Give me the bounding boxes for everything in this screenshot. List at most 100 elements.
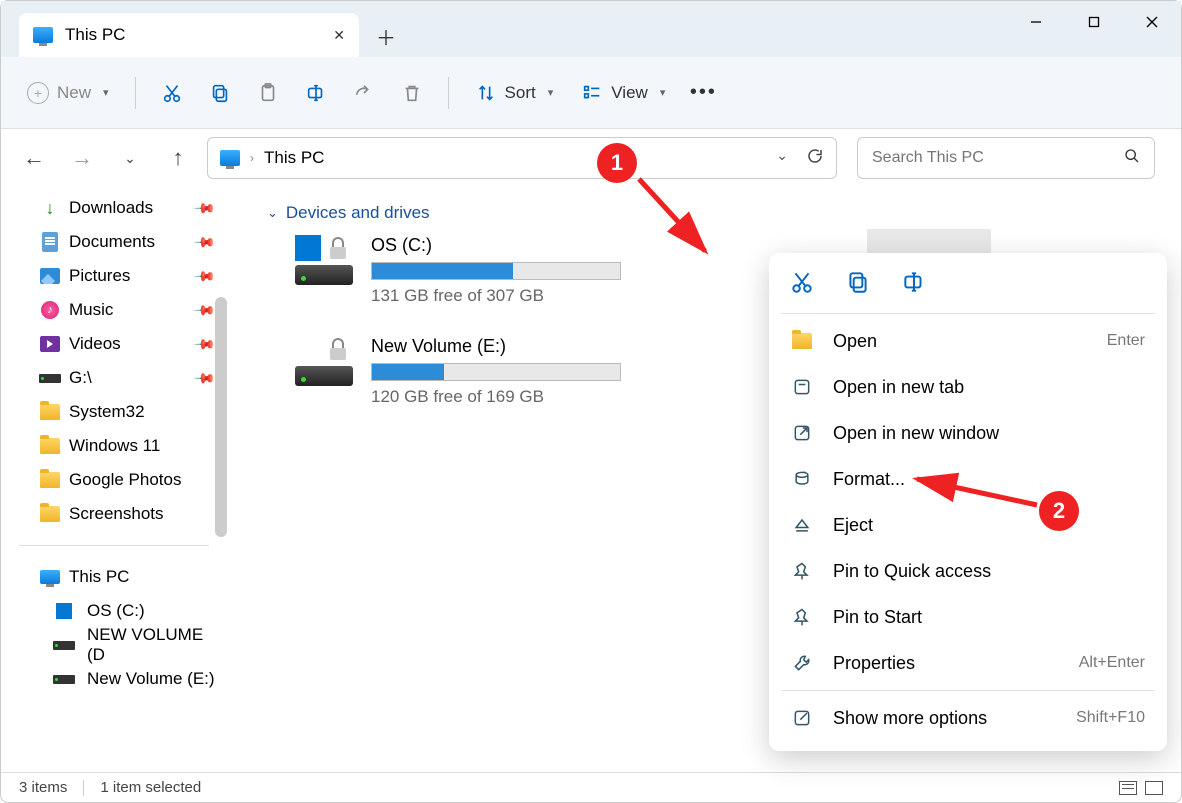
- sidebar-tree-os-c[interactable]: OS (C:): [1, 594, 227, 628]
- annotation-1: 1: [597, 143, 637, 183]
- close-tab-icon[interactable]: ✕: [333, 27, 345, 44]
- ctx-properties[interactable]: PropertiesAlt+Enter: [769, 640, 1167, 686]
- sidebar-item-system32[interactable]: System32: [1, 395, 227, 429]
- copy-icon[interactable]: [845, 269, 871, 295]
- pin-icon: [791, 560, 813, 582]
- sidebar-scrollbar[interactable]: [215, 297, 227, 537]
- details-view-button[interactable]: [1119, 781, 1137, 795]
- picture-icon: [39, 265, 61, 287]
- ctx-pin-quick-access[interactable]: Pin to Quick access: [769, 548, 1167, 594]
- sidebar-tree-new-volume-e[interactable]: New Volume (E:): [1, 662, 227, 696]
- copy-button[interactable]: [198, 74, 242, 112]
- drive-name: OS (C:): [371, 235, 629, 256]
- monitor-icon: [39, 566, 61, 588]
- drive-os-c[interactable]: OS (C:) 131 GB free of 307 GB: [295, 235, 629, 306]
- drive-name: New Volume (E:): [371, 336, 629, 357]
- breadcrumb-sep-icon: ›: [250, 151, 254, 165]
- sort-label: Sort: [505, 83, 536, 103]
- sort-icon: [475, 82, 497, 104]
- share-button[interactable]: [342, 74, 386, 112]
- refresh-button[interactable]: [806, 147, 824, 170]
- search-icon[interactable]: [1124, 148, 1140, 169]
- drive-free-text: 131 GB free of 307 GB: [371, 286, 629, 306]
- forward-button[interactable]: →: [63, 139, 101, 177]
- folder-icon: [39, 469, 61, 491]
- this-pc-icon: [33, 27, 53, 43]
- sidebar-item-g-drive[interactable]: G:\📌: [1, 361, 227, 395]
- eject-icon: [791, 514, 813, 536]
- sidebar-item-music[interactable]: ♪Music📌: [1, 293, 227, 327]
- chevron-down-icon: ▾: [660, 86, 666, 99]
- folder-icon: [791, 330, 813, 352]
- sidebar-tree-new-volume-d[interactable]: NEW VOLUME (D: [1, 628, 227, 662]
- ctx-show-more[interactable]: Show more optionsShift+F10: [769, 695, 1167, 741]
- new-window-icon: [791, 422, 813, 444]
- sidebar-item-screenshots[interactable]: Screenshots: [1, 497, 227, 531]
- paste-button[interactable]: [246, 74, 290, 112]
- folder-icon: [39, 401, 61, 423]
- more-button[interactable]: •••: [681, 73, 725, 112]
- ctx-pin-start[interactable]: Pin to Start: [769, 594, 1167, 640]
- view-button[interactable]: View ▾: [569, 74, 677, 112]
- ctx-open[interactable]: OpenEnter: [769, 318, 1167, 364]
- title-bar: This PC ✕ ＋: [1, 1, 1181, 57]
- thumbnails-view-button[interactable]: [1145, 781, 1163, 795]
- ctx-open-new-tab[interactable]: Open in new tab: [769, 364, 1167, 410]
- drive-icon: [53, 668, 75, 690]
- cut-button[interactable]: [150, 74, 194, 112]
- pin-icon: [791, 606, 813, 628]
- recent-dropdown[interactable]: ⌄: [111, 139, 149, 177]
- close-button[interactable]: [1123, 1, 1181, 43]
- pin-icon: 📌: [192, 366, 216, 390]
- window-tab[interactable]: This PC ✕: [19, 13, 359, 57]
- sidebar-item-google-photos[interactable]: Google Photos: [1, 463, 227, 497]
- up-button[interactable]: ↑: [159, 139, 197, 177]
- view-label: View: [611, 83, 648, 103]
- wrench-icon: [791, 652, 813, 674]
- breadcrumb[interactable]: This PC: [264, 148, 324, 168]
- search-input[interactable]: [872, 149, 1124, 167]
- maximize-button[interactable]: [1065, 1, 1123, 43]
- address-dropdown-icon[interactable]: ⌄: [776, 147, 788, 170]
- navigation-row: ← → ⌄ ↑ › This PC ⌄: [1, 129, 1181, 187]
- chevron-down-icon: ⌄: [267, 205, 278, 221]
- drive-free-text: 120 GB free of 169 GB: [371, 387, 629, 407]
- sidebar-tree-this-pc[interactable]: This PC: [1, 560, 227, 594]
- rename-button[interactable]: [294, 74, 338, 112]
- pin-icon: 📌: [192, 230, 216, 254]
- sidebar-item-documents[interactable]: Documents📌: [1, 225, 227, 259]
- sidebar-item-pictures[interactable]: Pictures📌: [1, 259, 227, 293]
- search-box[interactable]: [857, 137, 1155, 179]
- drive-icon: [295, 235, 355, 289]
- minimize-button[interactable]: [1007, 1, 1065, 43]
- ctx-open-new-window[interactable]: Open in new window: [769, 410, 1167, 456]
- chevron-down-icon: ▾: [103, 86, 109, 99]
- pin-icon: 📌: [192, 264, 216, 288]
- separator: [83, 780, 84, 796]
- this-pc-icon: [220, 150, 240, 166]
- cut-icon[interactable]: [789, 269, 815, 295]
- pin-icon: 📌: [192, 196, 216, 220]
- windows-drive-icon: [53, 600, 75, 622]
- windows-badge-icon: [295, 235, 321, 261]
- new-button[interactable]: + New ▾: [15, 74, 121, 112]
- back-button[interactable]: ←: [15, 139, 53, 177]
- drive-new-volume-e[interactable]: New Volume (E:) 120 GB free of 169 GB: [295, 336, 629, 407]
- delete-button[interactable]: [390, 74, 434, 112]
- sidebar-item-videos[interactable]: Videos📌: [1, 327, 227, 361]
- annotation-arrow-1: [631, 171, 721, 271]
- drive-icon: [53, 634, 75, 656]
- annotation-2: 2: [1039, 491, 1079, 531]
- document-icon: [39, 231, 61, 253]
- rename-icon[interactable]: [901, 269, 927, 295]
- sidebar-item-downloads[interactable]: ↓Downloads📌: [1, 191, 227, 225]
- sidebar-divider: [19, 545, 209, 546]
- address-bar[interactable]: › This PC ⌄: [207, 137, 837, 179]
- sidebar-item-windows11[interactable]: Windows 11: [1, 429, 227, 463]
- new-tab-button[interactable]: ＋: [365, 15, 407, 57]
- sort-button[interactable]: Sort ▾: [463, 74, 566, 112]
- separator: [448, 77, 449, 109]
- plus-circle-icon: +: [27, 82, 49, 104]
- music-icon: ♪: [39, 299, 61, 321]
- more-options-icon: [791, 707, 813, 729]
